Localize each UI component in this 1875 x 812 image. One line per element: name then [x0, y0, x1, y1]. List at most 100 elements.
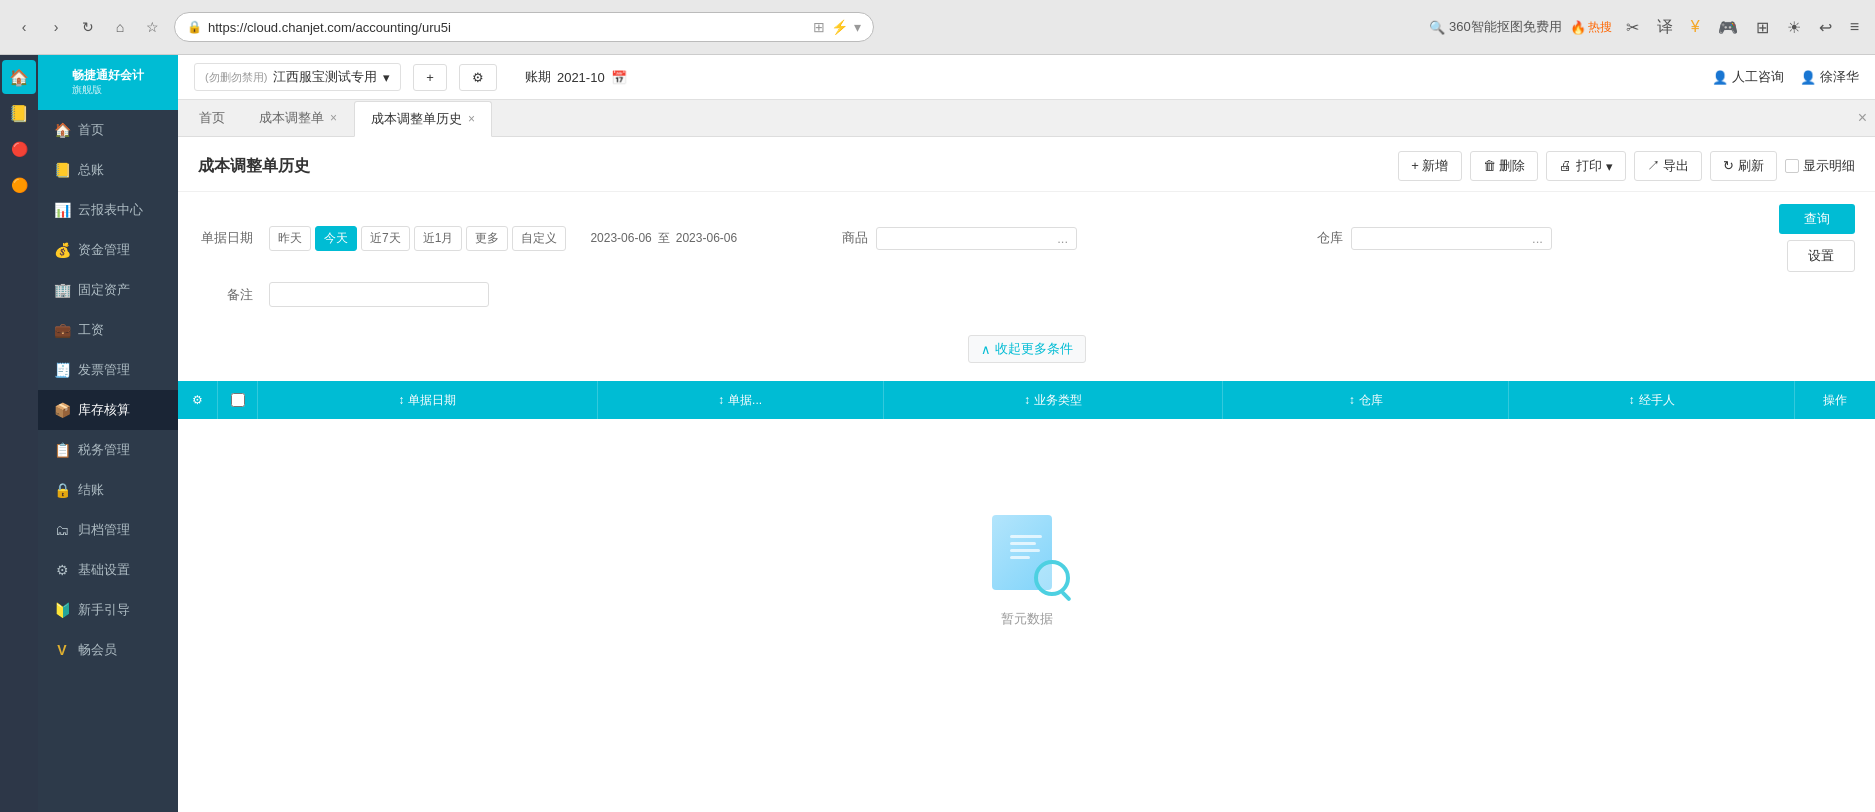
- undo-icon[interactable]: ↩: [1813, 16, 1838, 39]
- sidebar-item-ledger[interactable]: 📒 总账: [38, 150, 178, 190]
- consult-button[interactable]: 👤 人工咨询: [1712, 68, 1784, 86]
- add-org-button[interactable]: +: [413, 64, 447, 91]
- icon-bar-ledger[interactable]: 📒: [2, 96, 36, 130]
- browser-right-tools: 🔍 360智能抠图免费用 🔥 热搜 ✂ 译 ¥ 🎮 ⊞ ☀ ↩ ≡: [1429, 15, 1865, 40]
- date-btn-7days[interactable]: 近7天: [361, 226, 410, 251]
- red-app-icon: 🔴: [11, 141, 28, 157]
- tabs-bar: 首页 成本调整单 × 成本调整单历史 × ×: [178, 100, 1875, 137]
- hot-text: 热搜: [1588, 19, 1612, 36]
- calendar-icon[interactable]: 📅: [611, 70, 627, 85]
- goods-filter-label: 商品: [813, 229, 868, 247]
- main-content: (勿删勿禁用) 江西服宝测试专用 ▾ + ⚙ 账期 2021-10 📅 👤 人工…: [178, 55, 1875, 812]
- forward-button[interactable]: ›: [42, 13, 70, 41]
- collapse-button[interactable]: ∧ 收起更多条件: [968, 335, 1086, 363]
- date-btn-more[interactable]: 更多: [466, 226, 508, 251]
- date-range-display: 2023-06-06 至 2023-06-06: [590, 230, 737, 247]
- warehouse-ellipsis-btn[interactable]: ...: [1532, 231, 1543, 246]
- th-num[interactable]: ↕ 单据...: [598, 381, 884, 419]
- th-handler[interactable]: ↕ 经手人: [1509, 381, 1795, 419]
- star-button[interactable]: ☆: [138, 13, 166, 41]
- tabs-close-all-button[interactable]: ×: [1858, 109, 1875, 127]
- ledger-small-icon: 📒: [9, 104, 29, 123]
- tab-cost-adjust[interactable]: 成本调整单 ×: [242, 100, 354, 136]
- print-button[interactable]: 🖨 打印 ▾: [1546, 151, 1626, 181]
- sidebar-item-tax[interactable]: 📋 税务管理: [38, 430, 178, 470]
- icon-bar-home[interactable]: 🏠: [2, 60, 36, 94]
- empty-illustration: [982, 510, 1072, 600]
- top-bar-right: 👤 人工咨询 👤 徐泽华: [1712, 68, 1859, 86]
- refresh-button[interactable]: ↻ 刷新: [1710, 151, 1777, 181]
- th-biz-type[interactable]: ↕ 业务类型: [884, 381, 1224, 419]
- sidebar-item-guide[interactable]: 🔰 新手引导: [38, 590, 178, 630]
- scissors-icon[interactable]: ✂: [1620, 16, 1645, 39]
- filter-settings-button[interactable]: 设置: [1787, 240, 1855, 272]
- sidebar-item-close[interactable]: 🔒 结账: [38, 470, 178, 510]
- date-btn-yesterday[interactable]: 昨天: [269, 226, 311, 251]
- home-button[interactable]: ⌂: [106, 13, 134, 41]
- sidebar-item-assets[interactable]: 🏢 固定资产: [38, 270, 178, 310]
- org-warning-label: (勿删勿禁用): [205, 70, 267, 85]
- user-menu[interactable]: 👤 徐泽华: [1800, 68, 1859, 86]
- tab-cost-adjust-close-icon[interactable]: ×: [330, 112, 337, 124]
- remark-input[interactable]: [269, 282, 489, 307]
- back-button[interactable]: ‹: [10, 13, 38, 41]
- doc-line-4: [1010, 556, 1030, 559]
- report-nav-icon: 📊: [54, 202, 70, 218]
- tab-cost-adjust-history[interactable]: 成本调整单历史 ×: [354, 101, 492, 137]
- sidebar-item-home[interactable]: 🏠 首页: [38, 110, 178, 150]
- th-date[interactable]: ↕ 单据日期: [258, 381, 598, 419]
- select-all-checkbox[interactable]: [231, 393, 245, 407]
- sidebar-item-vip[interactable]: V 畅会员: [38, 630, 178, 670]
- refresh-button[interactable]: ↻: [74, 13, 102, 41]
- tab-cost-adjust-history-close-icon[interactable]: ×: [468, 113, 475, 125]
- sidebar-item-inventory[interactable]: 📦 库存核算: [38, 390, 178, 430]
- org-selector[interactable]: (勿删勿禁用) 江西服宝测试专用 ▾: [194, 63, 401, 91]
- coin-icon[interactable]: ¥: [1685, 16, 1706, 38]
- date-btn-custom[interactable]: 自定义: [512, 226, 566, 251]
- sidebar-item-archive[interactable]: 🗂 归档管理: [38, 510, 178, 550]
- export-button[interactable]: ↗ 导出: [1634, 151, 1703, 181]
- collapse-row: ∧ 收起更多条件: [198, 317, 1855, 381]
- goods-ellipsis-btn[interactable]: ...: [1057, 231, 1068, 246]
- search-button[interactable]: 🔍 360智能抠图免费用: [1429, 18, 1562, 36]
- th-gear[interactable]: ⚙: [178, 381, 218, 419]
- new-button[interactable]: + 新增: [1398, 151, 1461, 181]
- sidebar-item-salary[interactable]: 💼 工资: [38, 310, 178, 350]
- icon-bar-red[interactable]: 🔴: [2, 132, 36, 166]
- icon-bar-orange[interactable]: 🟠: [2, 168, 36, 202]
- grid-icon[interactable]: ⊞: [1750, 16, 1775, 39]
- goods-input[interactable]: [885, 231, 1053, 246]
- tab-cost-adjust-label: 成本调整单: [259, 109, 324, 127]
- filter-action-buttons: 查询 设置: [1779, 204, 1855, 272]
- tax-nav-icon: 📋: [54, 442, 70, 458]
- th-checkbox[interactable]: [218, 381, 258, 419]
- sidebar-item-label: 固定资产: [78, 281, 130, 299]
- sidebar-item-capital[interactable]: 💰 资金管理: [38, 230, 178, 270]
- tab-home[interactable]: 首页: [182, 100, 242, 136]
- fire-icon: 🔥: [1570, 20, 1586, 35]
- th-warehouse[interactable]: ↕ 仓库: [1223, 381, 1509, 419]
- sidebar-item-settings[interactable]: ⚙ 基础设置: [38, 550, 178, 590]
- date-btn-today[interactable]: 今天: [315, 226, 357, 251]
- sidebar-item-label: 工资: [78, 321, 104, 339]
- doc-line-3: [1010, 549, 1040, 552]
- show-cols-toggle[interactable]: 显示明细: [1785, 157, 1855, 175]
- home-small-icon: 🏠: [9, 68, 29, 87]
- date-btn-1month[interactable]: 近1月: [414, 226, 463, 251]
- menu-icon[interactable]: ≡: [1844, 16, 1865, 38]
- warehouse-filter-label: 仓库: [1288, 229, 1343, 247]
- address-bar[interactable]: 🔒 https://cloud.chanjet.com/accounting/u…: [174, 12, 874, 42]
- sun-icon[interactable]: ☀: [1781, 16, 1807, 39]
- game-icon[interactable]: 🎮: [1712, 16, 1744, 39]
- sidebar-item-report[interactable]: 📊 云报表中心: [38, 190, 178, 230]
- query-button[interactable]: 查询: [1779, 204, 1855, 234]
- delete-button[interactable]: 🗑 删除: [1470, 151, 1539, 181]
- sidebar-item-label: 资金管理: [78, 241, 130, 259]
- ledger-nav-icon: 📒: [54, 162, 70, 178]
- warehouse-input[interactable]: [1360, 231, 1528, 246]
- sidebar-item-invoice[interactable]: 🧾 发票管理: [38, 350, 178, 390]
- logo-main-text: 畅捷通好会计: [72, 68, 144, 84]
- org-settings-button[interactable]: ⚙: [459, 64, 497, 91]
- translate-icon[interactable]: 译: [1651, 15, 1679, 40]
- show-cols-checkbox[interactable]: [1785, 159, 1799, 173]
